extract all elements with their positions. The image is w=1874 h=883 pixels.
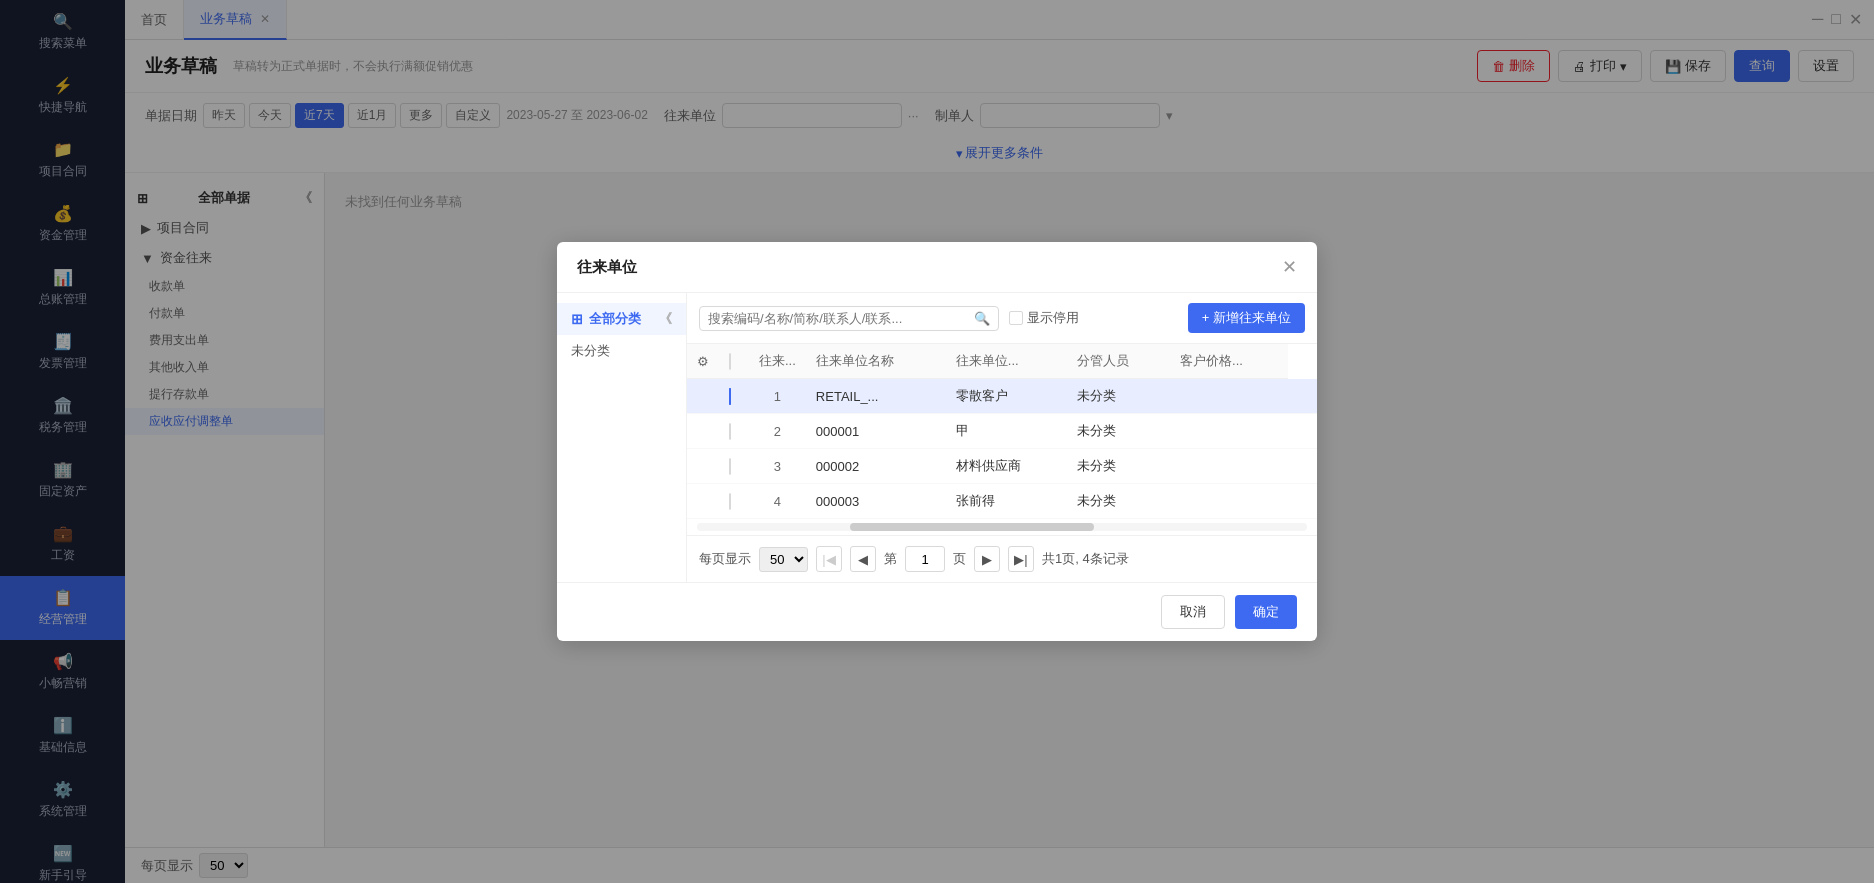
- col-code-label: 往来...: [759, 353, 796, 368]
- col-name-header: 往来单位名称: [806, 344, 946, 379]
- row-price: [1288, 484, 1317, 519]
- scroll-thumb[interactable]: [850, 523, 1094, 531]
- dialog-cat-all[interactable]: ⊞ 全部分类 《: [557, 303, 686, 335]
- dialog-toolbar: 🔍 显示停用 + 新增往来单位: [687, 293, 1317, 344]
- dialog-uncat-label: 未分类: [571, 343, 610, 358]
- col-price-label: 客户价格...: [1180, 353, 1243, 368]
- show-disabled-toggle[interactable]: 显示停用: [1009, 309, 1079, 327]
- cancel-button[interactable]: 取消: [1161, 595, 1225, 629]
- confirm-label: 确定: [1253, 604, 1279, 619]
- table-pagination: 每页显示 50 |◀ ◀ 第 页 ▶ ▶| 共1页, 4条记录: [687, 535, 1317, 582]
- dialog-categories: ⊞ 全部分类 《 未分类: [557, 293, 687, 582]
- row-checkbox[interactable]: [719, 484, 749, 519]
- col-checkbox-header[interactable]: [719, 344, 749, 379]
- row-num: 4: [749, 484, 806, 519]
- dialog-close-btn[interactable]: ✕: [1282, 256, 1297, 278]
- table-row[interactable]: 3 000002 材料供应商 未分类: [687, 449, 1317, 484]
- row-num: 3: [749, 449, 806, 484]
- row-settings: [687, 449, 719, 484]
- row-price: [1288, 449, 1317, 484]
- row-name: 零散客户: [946, 379, 1067, 414]
- page-label: 第: [884, 550, 897, 568]
- row-name: 张前得: [946, 484, 1067, 519]
- row-code: 000001: [806, 414, 946, 449]
- search-box: 🔍: [699, 306, 999, 331]
- first-page-btn[interactable]: |◀: [816, 546, 842, 572]
- row-code: 000003: [806, 484, 946, 519]
- row-settings: [687, 484, 719, 519]
- col-settings-header[interactable]: ⚙: [687, 344, 719, 379]
- dialog-body: ⊞ 全部分类 《 未分类 🔍 显示停用: [557, 293, 1317, 582]
- partner-dialog: 往来单位 ✕ ⊞ 全部分类 《 未分类: [557, 242, 1317, 641]
- row-select-checkbox[interactable]: [729, 388, 731, 405]
- partner-table: ⚙ 往来... 往来单位名称 往来单位...: [687, 344, 1317, 519]
- row-select-checkbox[interactable]: [729, 493, 731, 510]
- row-name: 甲: [946, 414, 1067, 449]
- dialog-footer: 取消 确定: [557, 582, 1317, 641]
- row-settings: [687, 414, 719, 449]
- total-text: 共1页, 4条记录: [1042, 550, 1129, 568]
- row-select-checkbox[interactable]: [729, 423, 731, 440]
- row-code: 000002: [806, 449, 946, 484]
- last-page-btn[interactable]: ▶|: [1008, 546, 1034, 572]
- row-name: 材料供应商: [946, 449, 1067, 484]
- row-settings: [687, 379, 719, 414]
- row-checkbox[interactable]: [719, 414, 749, 449]
- dialog-right: 🔍 显示停用 + 新增往来单位 ⚙: [687, 293, 1317, 582]
- add-partner-btn[interactable]: + 新增往来单位: [1188, 303, 1305, 333]
- row-code: RETAIL_...: [806, 379, 946, 414]
- col-price-header: 客户价格...: [1170, 344, 1288, 379]
- table-row[interactable]: 2 000001 甲 未分类: [687, 414, 1317, 449]
- table-row[interactable]: 1 RETAIL_... 零散客户 未分类: [687, 379, 1317, 414]
- confirm-button[interactable]: 确定: [1235, 595, 1297, 629]
- search-icon: 🔍: [974, 311, 990, 326]
- row-select-checkbox[interactable]: [729, 458, 731, 475]
- col-cat-label: 往来单位...: [956, 353, 1019, 368]
- row-price: [1288, 379, 1317, 414]
- dialog-header: 往来单位 ✕: [557, 242, 1317, 293]
- col-manager-label: 分管人员: [1077, 353, 1129, 368]
- dialog-uncat[interactable]: 未分类: [557, 335, 686, 367]
- prev-page-btn[interactable]: ◀: [850, 546, 876, 572]
- show-disabled-label: 显示停用: [1027, 309, 1079, 327]
- row-category: 未分类: [1067, 379, 1170, 414]
- row-category: 未分类: [1067, 484, 1170, 519]
- page-suffix: 页: [953, 550, 966, 568]
- show-disabled-checkbox[interactable]: [1009, 311, 1023, 325]
- category-grid-icon: ⊞: [571, 311, 583, 327]
- col-cat-header: 往来单位...: [946, 344, 1067, 379]
- partner-search-input[interactable]: [708, 311, 968, 326]
- row-checkbox[interactable]: [719, 379, 749, 414]
- row-manager: [1170, 379, 1288, 414]
- horizontal-scrollbar[interactable]: [697, 523, 1307, 531]
- row-category: 未分类: [1067, 414, 1170, 449]
- collapse-left-icon[interactable]: 《: [659, 310, 672, 328]
- col-name-label: 往来单位名称: [816, 353, 894, 368]
- row-price: [1288, 414, 1317, 449]
- col-code-header: 往来...: [749, 344, 806, 379]
- row-manager: [1170, 484, 1288, 519]
- next-page-btn[interactable]: ▶: [974, 546, 1000, 572]
- row-manager: [1170, 449, 1288, 484]
- per-page-select[interactable]: 50: [759, 547, 808, 572]
- select-all-checkbox[interactable]: [729, 353, 731, 370]
- add-partner-label: + 新增往来单位: [1202, 309, 1291, 327]
- modal-overlay: 往来单位 ✕ ⊞ 全部分类 《 未分类: [0, 0, 1874, 883]
- page-input[interactable]: [905, 546, 945, 572]
- row-category: 未分类: [1067, 449, 1170, 484]
- table-header-row: ⚙ 往来... 往来单位名称 往来单位...: [687, 344, 1317, 379]
- col-manager-header: 分管人员: [1067, 344, 1170, 379]
- cancel-label: 取消: [1180, 604, 1206, 619]
- row-num: 2: [749, 414, 806, 449]
- per-page-label: 每页显示: [699, 550, 751, 568]
- dialog-cat-label: 全部分类: [589, 310, 641, 328]
- dialog-title: 往来单位: [577, 258, 637, 277]
- row-num: 1: [749, 379, 806, 414]
- table-row[interactable]: 4 000003 张前得 未分类: [687, 484, 1317, 519]
- row-manager: [1170, 414, 1288, 449]
- row-checkbox[interactable]: [719, 449, 749, 484]
